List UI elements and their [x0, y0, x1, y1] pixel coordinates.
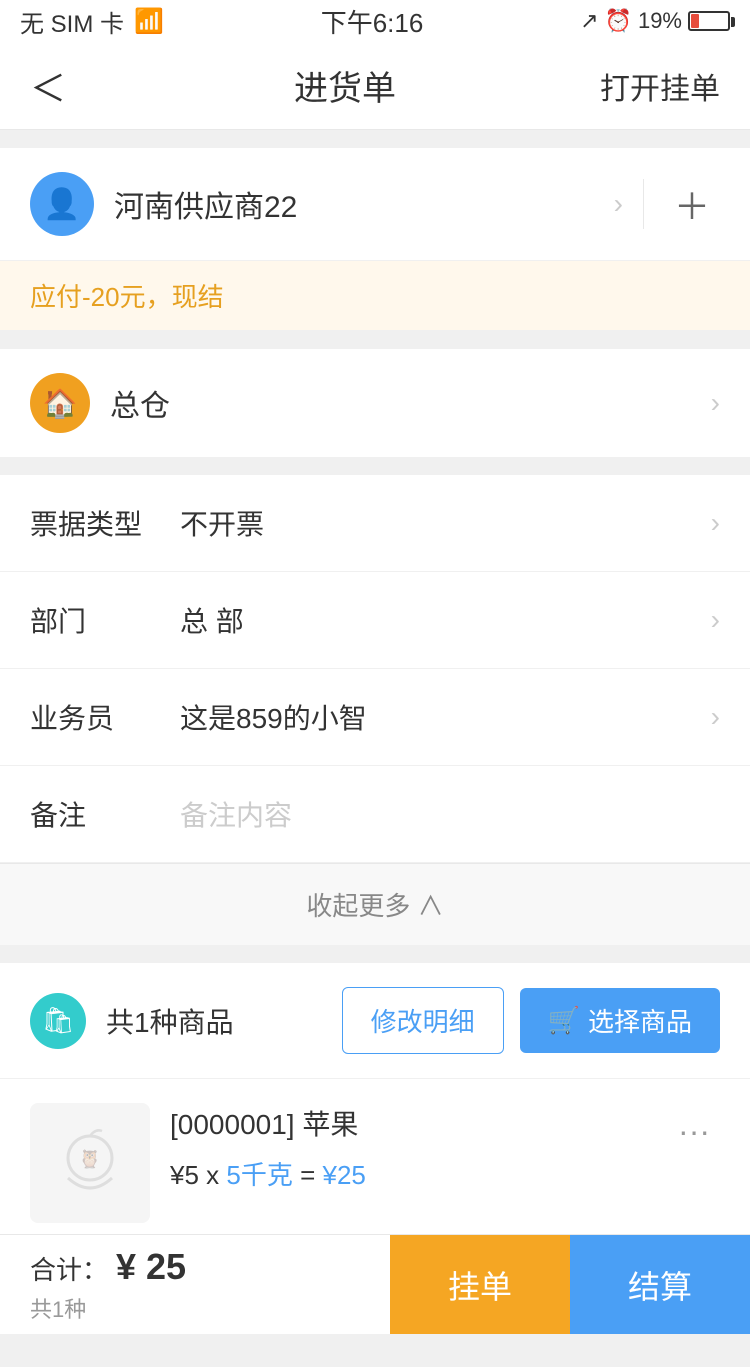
- supplier-divider: [643, 179, 644, 229]
- salesperson-label: 业务员: [30, 697, 170, 737]
- remark-input[interactable]: 备注内容: [170, 794, 720, 834]
- alert-banner: 应付-20元，现结: [0, 261, 750, 331]
- alarm-icon: ⏰: [605, 8, 632, 34]
- location-icon: ↗: [580, 8, 598, 34]
- svg-text:🦉: 🦉: [79, 1149, 101, 1169]
- bill-type-value: 不开票: [170, 503, 711, 543]
- product-equals: =: [300, 1160, 322, 1190]
- warehouse-icon: 🏠: [30, 373, 90, 433]
- product-price-row: ¥5 x 5千克 = ¥25: [170, 1155, 648, 1192]
- add-supplier-button[interactable]: ＋: [664, 178, 720, 230]
- collapse-bar[interactable]: 收起更多 ∧: [0, 863, 750, 945]
- nav-bar: ＜ 进货单 打开挂单: [0, 42, 750, 130]
- select-product-icon: 🛒: [548, 1005, 580, 1036]
- battery-percent: 19%: [638, 8, 682, 34]
- checkout-button[interactable]: 结算: [570, 1235, 750, 1334]
- department-label: 部门: [30, 600, 170, 640]
- status-right: ↗ ⏰ 19%: [580, 8, 730, 34]
- product-thumbnail: 🦉: [30, 1103, 150, 1223]
- page-title: 进货单: [294, 61, 396, 110]
- department-chevron-icon: ›: [711, 604, 720, 636]
- bill-type-row[interactable]: 票据类型 不开票 ›: [0, 475, 750, 572]
- avatar-icon: 👤: [43, 187, 80, 222]
- warehouse-name: 总仓: [110, 381, 711, 425]
- department-row[interactable]: 部门 总 部 ›: [0, 572, 750, 669]
- product-multiply: x: [206, 1160, 226, 1190]
- back-button[interactable]: ＜: [30, 60, 90, 112]
- select-product-label: 选择商品: [588, 1002, 692, 1039]
- supplier-section: 👤 河南供应商22 › ＋ 应付-20元，现结: [0, 148, 750, 331]
- alert-text: 应付-20元，现结: [30, 282, 224, 312]
- bill-type-label: 票据类型: [30, 503, 170, 543]
- supplier-name: 河南供应商22: [114, 182, 614, 226]
- status-bar: 无 SIM 卡 📶 下午6:16 ↗ ⏰ 19%: [0, 0, 750, 42]
- product-bag-icon: 🛍: [30, 993, 86, 1049]
- supplier-avatar: 👤: [30, 172, 94, 236]
- product-thumb-svg: 🦉: [50, 1123, 130, 1203]
- status-time: 下午6:16: [321, 3, 424, 40]
- product-total: ¥25: [323, 1160, 366, 1190]
- supplier-row[interactable]: 👤 河南供应商22 › ＋: [0, 148, 750, 261]
- total-label: 合计：: [30, 1250, 108, 1287]
- gap-1: [0, 130, 750, 148]
- product-more-button[interactable]: ···: [668, 1103, 720, 1160]
- salesperson-chevron-icon: ›: [711, 701, 720, 733]
- warehouse-row[interactable]: 🏠 总仓 ›: [0, 349, 750, 457]
- status-left: 无 SIM 卡 📶: [20, 4, 164, 39]
- gap-2: [0, 331, 750, 349]
- bottom-bar: 合计： ¥ 25 共1种 挂单 结算: [0, 1234, 750, 1334]
- supplier-chevron-icon: ›: [614, 188, 623, 220]
- total-amount: ¥ 25: [116, 1246, 186, 1288]
- product-count: 共1种商品: [106, 1001, 342, 1041]
- carrier-text: 无 SIM 卡: [20, 4, 124, 39]
- gap-3: [0, 457, 750, 475]
- product-header: 🛍 共1种商品 修改明细 🛒 选择商品: [0, 963, 750, 1079]
- department-value: 总 部: [170, 600, 711, 640]
- form-section: 票据类型 不开票 › 部门 总 部 › 业务员 这是859的小智 › 备注 备注…: [0, 475, 750, 945]
- remark-row[interactable]: 备注 备注内容: [0, 766, 750, 863]
- salesperson-value: 这是859的小智: [170, 697, 711, 737]
- hang-button[interactable]: 挂单: [390, 1235, 570, 1334]
- product-quantity: 5千克: [226, 1160, 292, 1190]
- product-title: [0000001] 苹果: [170, 1103, 648, 1143]
- total-line: 合计： ¥ 25: [30, 1246, 360, 1288]
- product-name: 苹果: [302, 1109, 358, 1140]
- wifi-icon: 📶: [134, 7, 164, 36]
- bill-type-chevron-icon: ›: [711, 507, 720, 539]
- warehouse-chevron-icon: ›: [711, 387, 720, 419]
- product-code: [0000001]: [170, 1109, 295, 1140]
- total-section: 合计： ¥ 25 共1种: [0, 1235, 390, 1334]
- open-hang-button[interactable]: 打开挂单: [600, 64, 720, 108]
- edit-detail-button[interactable]: 修改明细: [342, 987, 504, 1054]
- product-item: 🦉 [0000001] 苹果 ¥5 x 5千克 = ¥25 ···: [0, 1079, 750, 1247]
- product-unit-price: ¥5: [170, 1160, 199, 1190]
- select-product-button[interactable]: 🛒 选择商品: [520, 988, 720, 1053]
- salesperson-row[interactable]: 业务员 这是859的小智 ›: [0, 669, 750, 766]
- total-sub: 共1种: [30, 1292, 360, 1324]
- warehouse-section: 🏠 总仓 ›: [0, 349, 750, 457]
- collapse-text: 收起更多 ∧: [306, 891, 443, 921]
- product-info: [0000001] 苹果 ¥5 x 5千克 = ¥25: [170, 1103, 648, 1192]
- product-section: 🛍 共1种商品 修改明细 🛒 选择商品 🦉 [0000001] 苹果 ¥5: [0, 963, 750, 1247]
- battery-icon: [688, 11, 730, 31]
- remark-label: 备注: [30, 794, 170, 834]
